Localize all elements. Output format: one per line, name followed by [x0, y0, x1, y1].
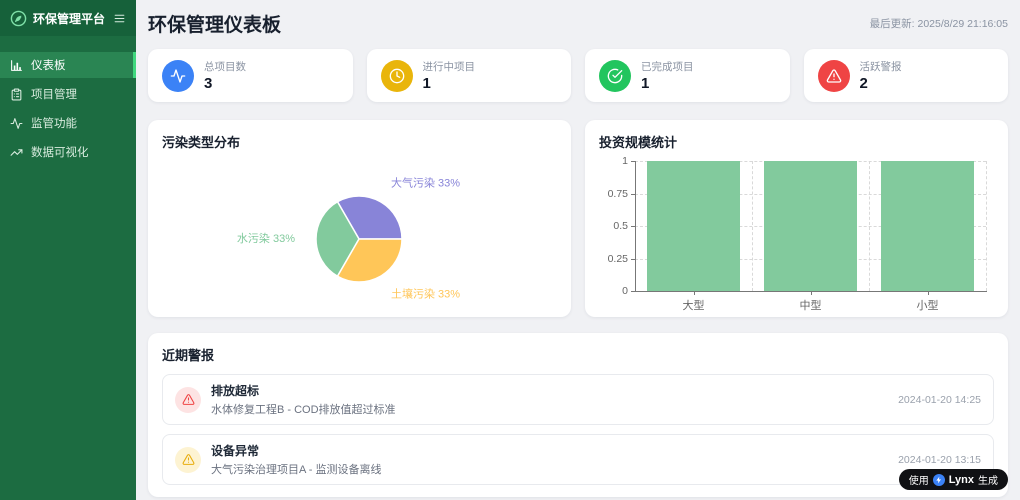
stat-label: 进行中项目	[423, 59, 476, 74]
y-tick-label: 0.75	[599, 188, 628, 200]
bar	[764, 161, 858, 291]
stat-label: 总项目数	[204, 59, 246, 74]
pie-slice-label: 水污染 33%	[237, 231, 295, 245]
x-category-label: 中型	[752, 297, 869, 313]
alert-item[interactable]: 设备异常大气污染治理项目A - 监测设备离线 2024-01-20 13:15	[162, 434, 994, 485]
lynx-badge-suffix: 生成	[978, 472, 998, 487]
stat-card-total-projects: 总项目数3	[148, 49, 353, 102]
gridline-v	[986, 161, 987, 291]
alerts-title: 近期警报	[162, 345, 994, 364]
pie-slice-label: 大气污染 33%	[391, 175, 460, 189]
gridline-v	[752, 161, 753, 291]
alert-title: 排放超标	[211, 382, 396, 399]
sidebar: 环保管理平台 仪表板项目管理监管功能数据可视化	[0, 0, 136, 500]
stat-label: 已完成项目	[641, 59, 694, 74]
stat-card-ongoing-projects: 进行中项目1	[367, 49, 572, 102]
sidebar-item-label: 仪表板	[31, 57, 66, 73]
sidebar-item-dashboard[interactable]: 仪表板	[0, 52, 136, 78]
gridline-v	[869, 161, 870, 291]
activity-icon	[10, 117, 23, 130]
alerts-card: 近期警报 排放超标水体修复工程B - COD排放值超过标准 2024-01-20 …	[148, 333, 1008, 497]
y-tick-label: 1	[599, 155, 628, 167]
stat-card-active-alerts: 活跃警报2	[804, 49, 1009, 102]
y-tick-label: 0	[599, 285, 628, 297]
pie-chart: 大气污染 33% 水污染 33% 土壤污染 33%	[162, 153, 557, 311]
leaf-logo-icon	[10, 10, 27, 27]
main-header: 环保管理仪表板 最后更新: 2025/8/29 21:16:05	[148, 10, 1008, 37]
chart-column-icon	[10, 59, 23, 72]
alert-timestamp: 2024-01-20 13:15	[898, 454, 981, 466]
sidebar-item-label: 数据可视化	[31, 144, 89, 160]
alert-item[interactable]: 排放超标水体修复工程B - COD排放值超过标准 2024-01-20 14:25	[162, 374, 994, 425]
sidebar-item-supervision[interactable]: 监管功能	[0, 110, 136, 136]
activity-icon	[162, 60, 194, 92]
alert-description: 大气污染治理项目A - 监测设备离线	[211, 461, 382, 477]
stat-value: 1	[641, 75, 694, 92]
bar-chart-card: 投资规模统计 0 0.25 0.5 0.75 1 大型中型小型	[585, 120, 1008, 317]
lynx-badge-brand: Lynx	[949, 474, 974, 486]
alert-timestamp: 2024-01-20 14:25	[898, 394, 981, 406]
stat-label: 活跃警报	[860, 59, 902, 74]
alert-triangle-icon	[175, 447, 201, 473]
charts-row: 污染类型分布 大气污染 33%水污染 33%土壤污染 33% 投资规模统计 00…	[148, 120, 1008, 317]
last-updated-text: 最后更新: 2025/8/29 21:16:05	[870, 16, 1008, 31]
bar-chart-title: 投资规模统计	[599, 132, 994, 151]
sidebar-item-label: 项目管理	[31, 86, 77, 102]
stats-row: 总项目数3进行中项目1已完成项目1活跃警报2	[148, 49, 1008, 102]
bar	[881, 161, 975, 291]
sidebar-nav: 仪表板项目管理监管功能数据可视化	[0, 52, 136, 168]
sidebar-logo-row: 环保管理平台	[0, 0, 136, 36]
bar	[647, 161, 741, 291]
sidebar-item-projects[interactable]: 项目管理	[0, 81, 136, 107]
stat-value: 3	[204, 75, 246, 92]
sidebar-item-visualization[interactable]: 数据可视化	[0, 139, 136, 165]
clock-icon	[381, 60, 413, 92]
check-circle-icon	[599, 60, 631, 92]
trending-up-icon	[10, 146, 23, 159]
pie-chart-card: 污染类型分布 大气污染 33% 水污染 33% 土壤污染 33%	[148, 120, 571, 317]
stat-value: 1	[423, 75, 476, 92]
clipboard-list-icon	[10, 88, 23, 101]
sidebar-item-label: 监管功能	[31, 115, 77, 131]
alert-title: 设备异常	[211, 442, 382, 459]
alert-triangle-icon	[175, 387, 201, 413]
pie-slice-label: 土壤污染 33%	[391, 286, 460, 300]
hamburger-menu-icon[interactable]	[113, 12, 126, 25]
main-content: 环保管理仪表板 最后更新: 2025/8/29 21:16:05 总项目数3 进行…	[136, 0, 1020, 500]
alert-description: 水体修复工程B - COD排放值超过标准	[211, 401, 396, 417]
x-category-label: 大型	[635, 297, 752, 313]
page-title: 环保管理仪表板	[148, 10, 281, 37]
stat-card-completed-projects: 已完成项目1	[585, 49, 790, 102]
stat-value: 2	[860, 75, 902, 92]
lynx-logo-icon	[933, 474, 945, 486]
lynx-badge[interactable]: 使用 Lynx 生成	[899, 469, 1008, 490]
pie-chart-title: 污染类型分布	[162, 132, 557, 151]
y-tick-label: 0.25	[599, 253, 628, 265]
x-axis-line	[635, 291, 987, 292]
app-title: 环保管理平台	[33, 10, 107, 27]
alerts-list: 排放超标水体修复工程B - COD排放值超过标准 2024-01-20 14:25…	[162, 374, 994, 485]
bar-chart: 0 0.25 0.5 0.75 1 大型中型小型	[599, 157, 994, 311]
y-tick-label: 0.5	[599, 220, 628, 232]
x-category-label: 小型	[869, 297, 986, 313]
lynx-badge-prefix: 使用	[909, 472, 929, 487]
alert-triangle-icon	[818, 60, 850, 92]
y-axis-line	[635, 161, 636, 291]
